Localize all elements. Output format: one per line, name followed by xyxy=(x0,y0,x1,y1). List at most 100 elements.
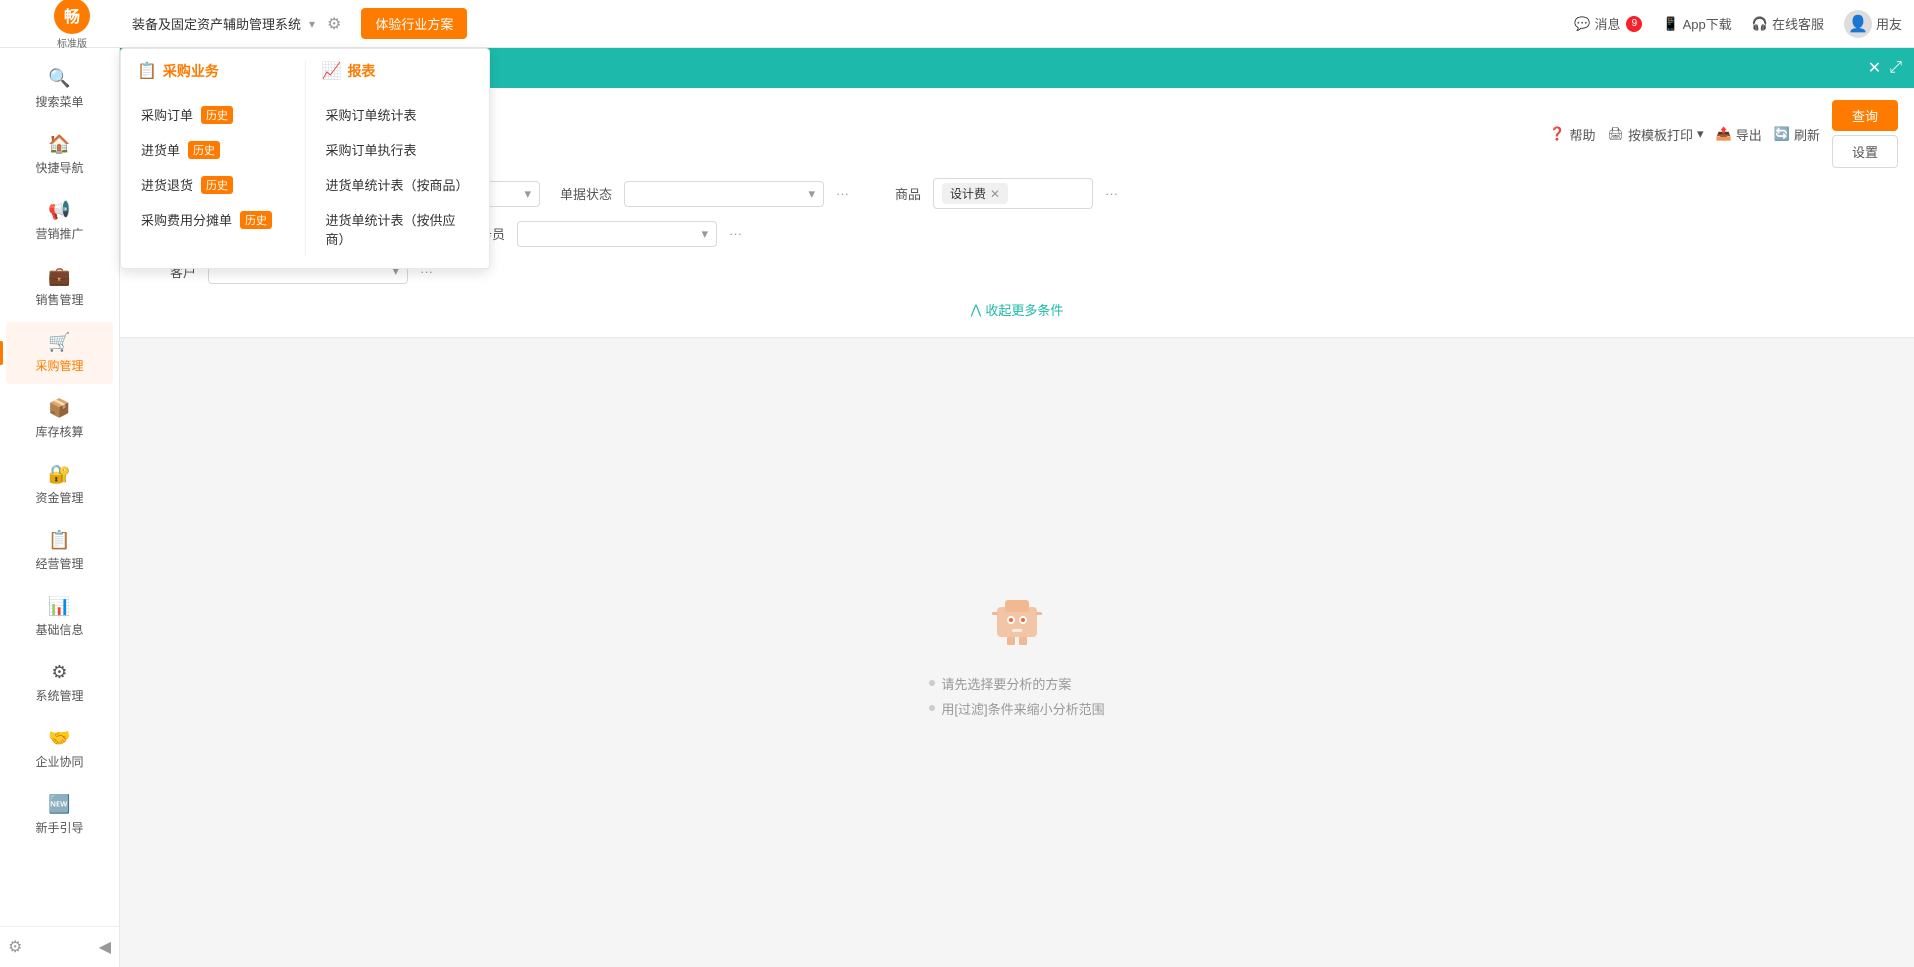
goods-label: 商品 xyxy=(861,184,921,203)
operation-icon: 📋 xyxy=(48,530,70,551)
dropdown-item-purchase-order-exec[interactable]: 采购订单执行表 xyxy=(322,132,474,167)
help-icon: ❓ xyxy=(1549,126,1565,142)
collapse-btn[interactable]: ⋀ 收起更多条件 xyxy=(136,294,1898,325)
enterprise-icon: 🤝 xyxy=(48,728,70,749)
sidebar-item-capital[interactable]: 🔐 资金管理 xyxy=(6,454,113,516)
logo-subtext: 标准版 xyxy=(57,35,87,50)
help-btn[interactable]: ❓ 帮助 xyxy=(1549,125,1595,144)
goods-tag-close[interactable]: ✕ xyxy=(990,187,1000,201)
doc-status-select[interactable]: ▾ xyxy=(624,181,824,207)
goods-receipt-label: 进货单 xyxy=(141,140,180,159)
doc-status-arrow: ▾ xyxy=(808,186,815,202)
industry-btn[interactable]: 体验行业方案 xyxy=(361,8,467,39)
empty-hint-2: 用[过滤]条件来缩小分析范围 xyxy=(929,699,1104,718)
tab-bar-actions: ✕ ⤢ xyxy=(1868,48,1914,88)
logo-icon: 畅 xyxy=(54,0,90,34)
nav-user[interactable]: 👤 用友 xyxy=(1844,10,1902,38)
sidebar: 🔍 搜索菜单 🏠 快捷导航 📢 营销推广 💼 销售管理 🛒 采购管理 📦 库存核… xyxy=(0,48,120,967)
purchase-expense-label: 采购费用分摊单 xyxy=(141,210,232,229)
dropdown-item-purchase-order-stat[interactable]: 采购订单统计表 xyxy=(322,97,474,132)
staff-ellipsis[interactable]: ··· xyxy=(729,226,742,241)
app-icon: 📱 xyxy=(1662,16,1678,32)
empty-hint-1: 请先选择要分析的方案 xyxy=(929,674,1104,693)
headset-icon: 🎧 xyxy=(1752,16,1768,32)
nav-online-service[interactable]: 🎧 在线客服 xyxy=(1752,14,1824,33)
goods-tag-label: 设计费 xyxy=(950,185,986,202)
tab-close-all-icon[interactable]: ✕ xyxy=(1868,58,1881,78)
refresh-icon: 🔄 xyxy=(1774,126,1790,142)
sidebar-item-inventory[interactable]: 📦 库存核算 xyxy=(6,388,113,450)
empty-hints: 请先选择要分析的方案 用[过滤]条件来缩小分析范围 xyxy=(929,674,1104,724)
hint-text-1: 请先选择要分析的方案 xyxy=(941,674,1071,693)
purchase-dropdown-menu: 📋 采购业务 采购订单 历史 进货单 历史 进货退货 历史 采购费用分摊单 历史 xyxy=(120,48,490,269)
capital-icon: 🔐 xyxy=(48,464,70,485)
dropdown-item-goods-return[interactable]: 进货退货 历史 xyxy=(137,167,289,202)
dropdown-item-goods-receipt[interactable]: 进货单 历史 xyxy=(137,132,289,167)
sidebar-item-sales[interactable]: 💼 销售管理 xyxy=(6,256,113,318)
doc-status-label: 单据状态 xyxy=(552,184,612,203)
sales-icon: 💼 xyxy=(48,266,70,287)
sidebar-item-operation[interactable]: 📋 经营管理 xyxy=(6,520,113,582)
refresh-btn[interactable]: 🔄 刷新 xyxy=(1774,125,1820,144)
history-badge-1: 历史 xyxy=(188,141,220,159)
nav-title-arrow-icon[interactable]: ▾ xyxy=(309,17,315,31)
hint-text-2: 用[过滤]条件来缩小分析范围 xyxy=(941,699,1104,718)
staff-select[interactable]: ▾ xyxy=(517,221,717,247)
nav-app-download[interactable]: 📱 App下载 xyxy=(1662,14,1731,33)
hint-dot-1 xyxy=(929,680,935,686)
dropdown-item-goods-by-supplier[interactable]: 进货单统计表（按供应商） xyxy=(322,202,474,256)
sidebar-item-enterprise[interactable]: 🤝 企业协同 xyxy=(6,718,113,780)
dropdown-item-goods-by-product[interactable]: 进货单统计表（按商品） xyxy=(322,167,474,202)
export-icon: 📤 xyxy=(1716,126,1732,142)
top-navbar: 畅 标准版 装备及固定资产辅助管理系统 ▾ ⚙ 体验行业方案 💬 消息 9 📱 … xyxy=(0,0,1914,48)
settings-button[interactable]: 设置 xyxy=(1832,135,1898,168)
sidebar-item-base-info[interactable]: 📊 基础信息 xyxy=(6,586,113,648)
tab-expand-icon[interactable]: ⤢ xyxy=(1889,59,1902,77)
base-info-icon: 📊 xyxy=(48,596,70,617)
staff-arrow: ▾ xyxy=(701,226,708,242)
purchase-icon: 🛒 xyxy=(48,332,70,353)
goods-ellipsis[interactable]: ··· xyxy=(1105,186,1118,201)
doc-status-ellipsis[interactable]: ··· xyxy=(836,186,849,201)
dropdown-col-purchase: 📋 采购业务 采购订单 历史 进货单 历史 进货退货 历史 采购费用分摊单 历史 xyxy=(121,61,305,256)
message-icon: 💬 xyxy=(1574,16,1590,32)
sidebar-item-marketing[interactable]: 📢 营销推广 xyxy=(6,190,113,252)
nav-title-text: 装备及固定资产辅助管理系统 xyxy=(132,14,301,33)
goods-tag: 设计费 ✕ xyxy=(942,183,1008,204)
dropdown-item-purchase-expense[interactable]: 采购费用分摊单 历史 xyxy=(137,202,289,237)
sidebar-bottom: ⚙ ◀ xyxy=(0,926,119,967)
sidebar-item-system[interactable]: ⚙ 系统管理 xyxy=(6,652,113,714)
goods-select[interactable]: 设计费 ✕ xyxy=(933,178,1093,209)
purchase-biz-icon: 📋 xyxy=(137,61,157,81)
empty-illustration xyxy=(977,582,1057,662)
print-icon: 🖨 xyxy=(1608,126,1625,142)
query-button[interactable]: 查询 xyxy=(1832,100,1898,131)
history-badge-0: 历史 xyxy=(201,106,233,124)
avatar-icon: 👤 xyxy=(1844,10,1872,38)
system-icon: ⚙ xyxy=(51,662,67,683)
sidebar-item-purchase[interactable]: 🛒 采购管理 xyxy=(6,322,113,384)
sidebar-item-guide[interactable]: 🆕 新手引导 xyxy=(6,784,113,846)
purchase-order-label: 采购订单 xyxy=(141,105,193,124)
sidebar-item-search[interactable]: 🔍 搜索菜单 xyxy=(6,58,113,120)
nav-message[interactable]: 💬 消息 9 xyxy=(1574,14,1642,33)
dropdown-overlay: 📋 采购业务 采购订单 历史 进货单 历史 进货退货 历史 采购费用分摊单 历史 xyxy=(120,48,490,269)
date-arrow-icon: ▾ xyxy=(524,186,531,202)
sidebar-item-quick-nav[interactable]: 🏠 快捷导航 xyxy=(6,124,113,186)
history-badge-2: 历史 xyxy=(201,176,233,194)
goods-return-label: 进货退货 xyxy=(141,175,193,194)
inventory-icon: 📦 xyxy=(48,398,70,419)
dropdown-item-purchase-order[interactable]: 采购订单 历史 xyxy=(137,97,289,132)
nav-settings-icon[interactable]: ⚙ xyxy=(327,14,341,34)
hint-dot-2 xyxy=(929,705,935,711)
search-icon: 🔍 xyxy=(48,68,70,89)
marketing-icon: 📢 xyxy=(48,200,70,221)
export-btn[interactable]: 📤 导出 xyxy=(1716,125,1762,144)
logo-area: 畅 标准版 xyxy=(12,0,132,50)
print-btn[interactable]: 🖨 按模板打印 ▾ xyxy=(1608,125,1704,144)
dropdown-col-reports: 📈 报表 采购订单统计表 采购订单执行表 进货单统计表（按商品） 进货单统计表（… xyxy=(305,61,490,256)
guide-icon: 🆕 xyxy=(48,794,70,815)
sidebar-collapse-icon[interactable]: ◀ xyxy=(99,937,111,957)
home-icon: 🏠 xyxy=(48,134,70,155)
sidebar-settings-icon[interactable]: ⚙ xyxy=(8,937,22,957)
